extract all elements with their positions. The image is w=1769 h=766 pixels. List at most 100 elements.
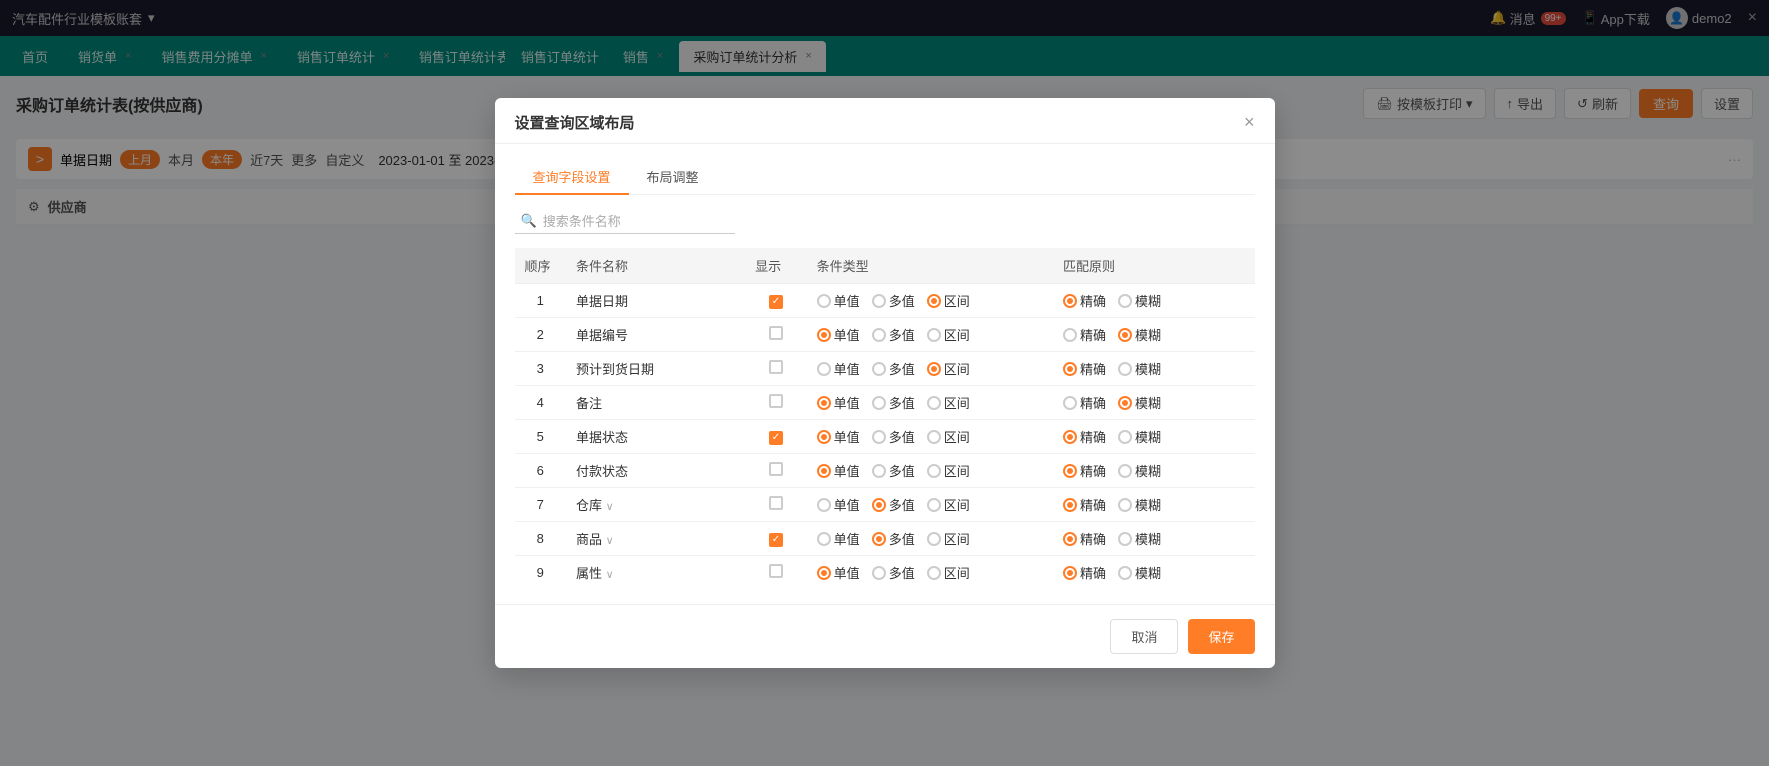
radio-match-模糊[interactable]: 模糊	[1118, 529, 1161, 548]
radio-type-单值[interactable]: 单值	[817, 529, 860, 548]
radio-type-区间[interactable]: 区间	[927, 393, 970, 412]
radio-type-多值[interactable]: 多值	[872, 563, 915, 582]
show-checkbox[interactable]	[769, 394, 783, 408]
radio-circle	[1063, 430, 1077, 444]
radio-match-模糊[interactable]: 模糊	[1118, 563, 1161, 582]
radio-match-模糊[interactable]: 模糊	[1118, 291, 1161, 310]
expand-arrow-icon[interactable]: ∨	[606, 501, 614, 513]
radio-type-区间[interactable]: 区间	[927, 529, 970, 548]
radio-match-模糊[interactable]: 模糊	[1118, 461, 1161, 480]
cell-order: 1	[515, 284, 567, 318]
radio-circle	[817, 430, 831, 444]
radio-type-单值[interactable]: 单值	[817, 393, 860, 412]
cancel-button[interactable]: 取消	[1110, 619, 1178, 654]
cell-show[interactable]	[745, 522, 807, 556]
radio-label: 多值	[889, 461, 915, 480]
cell-show[interactable]	[745, 556, 807, 589]
show-checkbox[interactable]	[769, 360, 783, 374]
radio-label: 模糊	[1135, 359, 1161, 378]
radio-type-区间[interactable]: 区间	[927, 563, 970, 582]
cell-match: 精确模糊	[1053, 522, 1255, 556]
table-row: 8商品 ∨单值多值区间精确模糊	[515, 522, 1255, 556]
th-name: 条件名称	[566, 248, 745, 284]
radio-label: 区间	[944, 325, 970, 344]
dialog-tab-layout-adjust[interactable]: 布局调整	[629, 160, 717, 195]
radio-type-区间[interactable]: 区间	[927, 461, 970, 480]
radio-label: 多值	[889, 427, 915, 446]
radio-type-区间[interactable]: 区间	[927, 427, 970, 446]
radio-match-模糊[interactable]: 模糊	[1118, 325, 1161, 344]
cell-match: 精确模糊	[1053, 556, 1255, 589]
radio-match-精确[interactable]: 精确	[1063, 291, 1106, 310]
radio-label: 单值	[834, 393, 860, 412]
radio-type-单值[interactable]: 单值	[817, 427, 860, 446]
radio-type-单值[interactable]: 单值	[817, 563, 860, 582]
radio-type-多值[interactable]: 多值	[872, 529, 915, 548]
dialog-close-button[interactable]: ×	[1244, 112, 1255, 133]
radio-match-模糊[interactable]: 模糊	[1118, 427, 1161, 446]
cell-show[interactable]	[745, 488, 807, 522]
radio-type-多值[interactable]: 多值	[872, 427, 915, 446]
radio-match-精确[interactable]: 精确	[1063, 393, 1106, 412]
radio-type-单值[interactable]: 单值	[817, 461, 860, 480]
radio-circle	[872, 294, 886, 308]
radio-type-多值[interactable]: 多值	[872, 495, 915, 514]
radio-type-多值[interactable]: 多值	[872, 359, 915, 378]
dialog-table: 顺序 条件名称 显示 条件类型 匹配原则 1单据日期单值多值区间精确模糊2单据编…	[515, 248, 1255, 588]
dialog-tab-query-fields[interactable]: 查询字段设置	[515, 160, 629, 195]
radio-type-多值[interactable]: 多值	[872, 325, 915, 344]
radio-match-精确[interactable]: 精确	[1063, 563, 1106, 582]
radio-circle	[927, 362, 941, 376]
radio-circle	[817, 566, 831, 580]
radio-label: 模糊	[1135, 427, 1161, 446]
radio-type-单值[interactable]: 单值	[817, 495, 860, 514]
radio-circle	[1063, 566, 1077, 580]
radio-circle	[872, 362, 886, 376]
expand-arrow-icon[interactable]: ∨	[606, 569, 614, 581]
radio-label: 精确	[1080, 563, 1106, 582]
dialog-table-scroll: 顺序 条件名称 显示 条件类型 匹配原则 1单据日期单值多值区间精确模糊2单据编…	[515, 248, 1255, 588]
radio-type-多值[interactable]: 多值	[872, 291, 915, 310]
radio-match-精确[interactable]: 精确	[1063, 495, 1106, 514]
show-checkbox[interactable]	[769, 564, 783, 578]
cell-show[interactable]	[745, 420, 807, 454]
cell-show[interactable]	[745, 454, 807, 488]
radio-match-模糊[interactable]: 模糊	[1118, 359, 1161, 378]
cell-show[interactable]	[745, 318, 807, 352]
radio-type-区间[interactable]: 区间	[927, 359, 970, 378]
show-checkbox[interactable]	[769, 462, 783, 476]
radio-match-精确[interactable]: 精确	[1063, 325, 1106, 344]
cell-type: 单值多值区间	[807, 284, 1053, 318]
radio-type-多值[interactable]: 多值	[872, 461, 915, 480]
cell-show[interactable]	[745, 386, 807, 420]
radio-match-精确[interactable]: 精确	[1063, 529, 1106, 548]
radio-type-单值[interactable]: 单值	[817, 359, 860, 378]
show-checkbox[interactable]	[769, 431, 783, 445]
show-checkbox[interactable]	[769, 496, 783, 510]
show-checkbox[interactable]	[769, 295, 783, 309]
cell-show[interactable]	[745, 284, 807, 318]
dialog-search-input[interactable]	[543, 214, 723, 229]
radio-match-精确[interactable]: 精确	[1063, 427, 1106, 446]
expand-arrow-icon[interactable]: ∨	[606, 535, 614, 547]
th-order: 顺序	[515, 248, 567, 284]
cell-name: 备注	[566, 386, 745, 420]
radio-type-区间[interactable]: 区间	[927, 325, 970, 344]
show-checkbox[interactable]	[769, 533, 783, 547]
show-checkbox[interactable]	[769, 326, 783, 340]
radio-match-模糊[interactable]: 模糊	[1118, 393, 1161, 412]
radio-type-区间[interactable]: 区间	[927, 495, 970, 514]
radio-type-单值[interactable]: 单值	[817, 325, 860, 344]
radio-match-模糊[interactable]: 模糊	[1118, 495, 1161, 514]
cell-type: 单值多值 区间	[807, 318, 1053, 352]
radio-match-精确[interactable]: 精确	[1063, 359, 1106, 378]
radio-type-多值[interactable]: 多值	[872, 393, 915, 412]
table-row: 9属性 ∨单值多值区间精确模糊	[515, 556, 1255, 589]
cell-show[interactable]	[745, 352, 807, 386]
radio-match-精确[interactable]: 精确	[1063, 461, 1106, 480]
radio-type-单值[interactable]: 单值	[817, 291, 860, 310]
cell-order: 7	[515, 488, 567, 522]
radio-type-区间[interactable]: 区间	[927, 291, 970, 310]
save-button[interactable]: 保存	[1188, 619, 1254, 654]
condition-name-text: 仓库	[576, 498, 602, 513]
